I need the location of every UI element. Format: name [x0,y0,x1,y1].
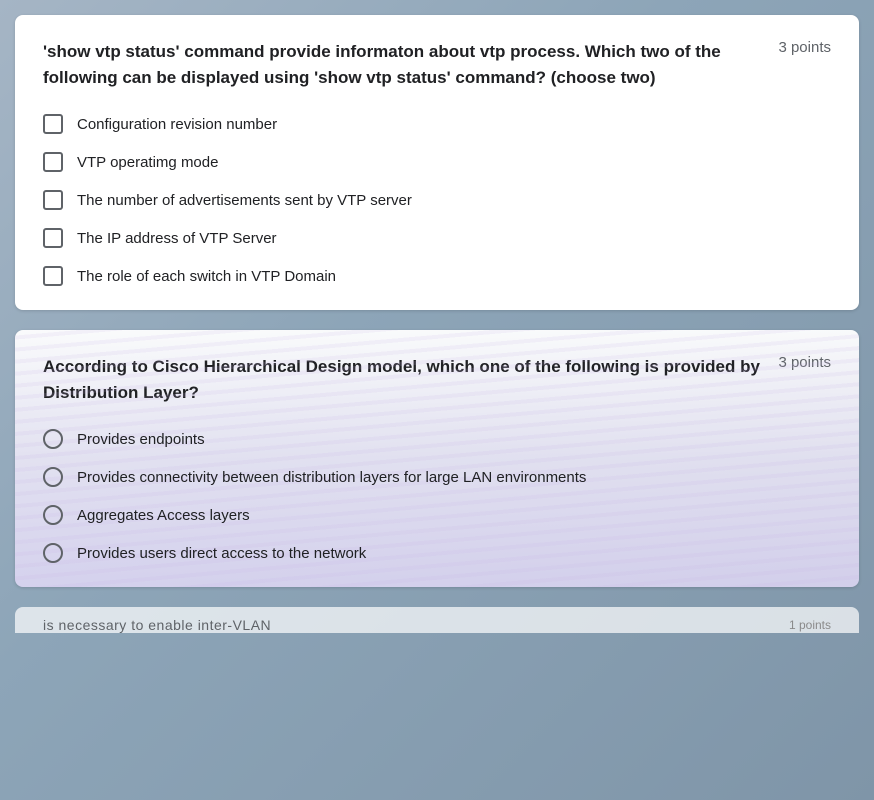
radio-icon[interactable] [43,543,63,563]
question-card-2: According to Cisco Hierarchical Design m… [15,330,859,587]
question-text-2: According to Cisco Hierarchical Design m… [43,354,778,405]
option-row[interactable]: Provides users direct access to the netw… [43,543,831,563]
points-label-1: 3 points [778,39,831,56]
checkbox-icon[interactable] [43,114,63,134]
question-header-1: 'show vtp status' command provide inform… [43,39,831,90]
points-label-2: 3 points [778,354,831,371]
option-label: VTP operatimg mode [77,154,218,171]
partial-question-text: is necessary to enable inter-VLAN [43,617,271,633]
checkbox-icon[interactable] [43,190,63,210]
option-row[interactable]: Provides connectivity between distributi… [43,467,831,487]
option-row[interactable]: The IP address of VTP Server [43,228,831,248]
option-label: The IP address of VTP Server [77,230,277,247]
question-text-1: 'show vtp status' command provide inform… [43,39,778,90]
checkbox-icon[interactable] [43,152,63,172]
option-label: Provides connectivity between distributi… [77,469,586,486]
option-row[interactable]: Configuration revision number [43,114,831,134]
radio-icon[interactable] [43,505,63,525]
partial-question-card: is necessary to enable inter-VLAN 1 poin… [15,607,859,633]
option-row[interactable]: The role of each switch in VTP Domain [43,266,831,286]
option-label: Provides users direct access to the netw… [77,545,366,562]
option-label: Configuration revision number [77,116,277,133]
options-list-2: Provides endpoints Provides connectivity… [43,429,831,563]
question-header-2: According to Cisco Hierarchical Design m… [43,354,831,405]
option-row[interactable]: VTP operatimg mode [43,152,831,172]
option-row[interactable]: Provides endpoints [43,429,831,449]
partial-points: 1 points [789,618,831,632]
option-row[interactable]: The number of advertisements sent by VTP… [43,190,831,210]
radio-icon[interactable] [43,467,63,487]
checkbox-icon[interactable] [43,228,63,248]
checkbox-icon[interactable] [43,266,63,286]
question-card-1: 'show vtp status' command provide inform… [15,15,859,310]
radio-icon[interactable] [43,429,63,449]
option-label: Provides endpoints [77,431,205,448]
option-label: Aggregates Access layers [77,507,250,524]
option-label: The number of advertisements sent by VTP… [77,192,412,209]
option-label: The role of each switch in VTP Domain [77,268,336,285]
options-list-1: Configuration revision number VTP operat… [43,114,831,286]
option-row[interactable]: Aggregates Access layers [43,505,831,525]
